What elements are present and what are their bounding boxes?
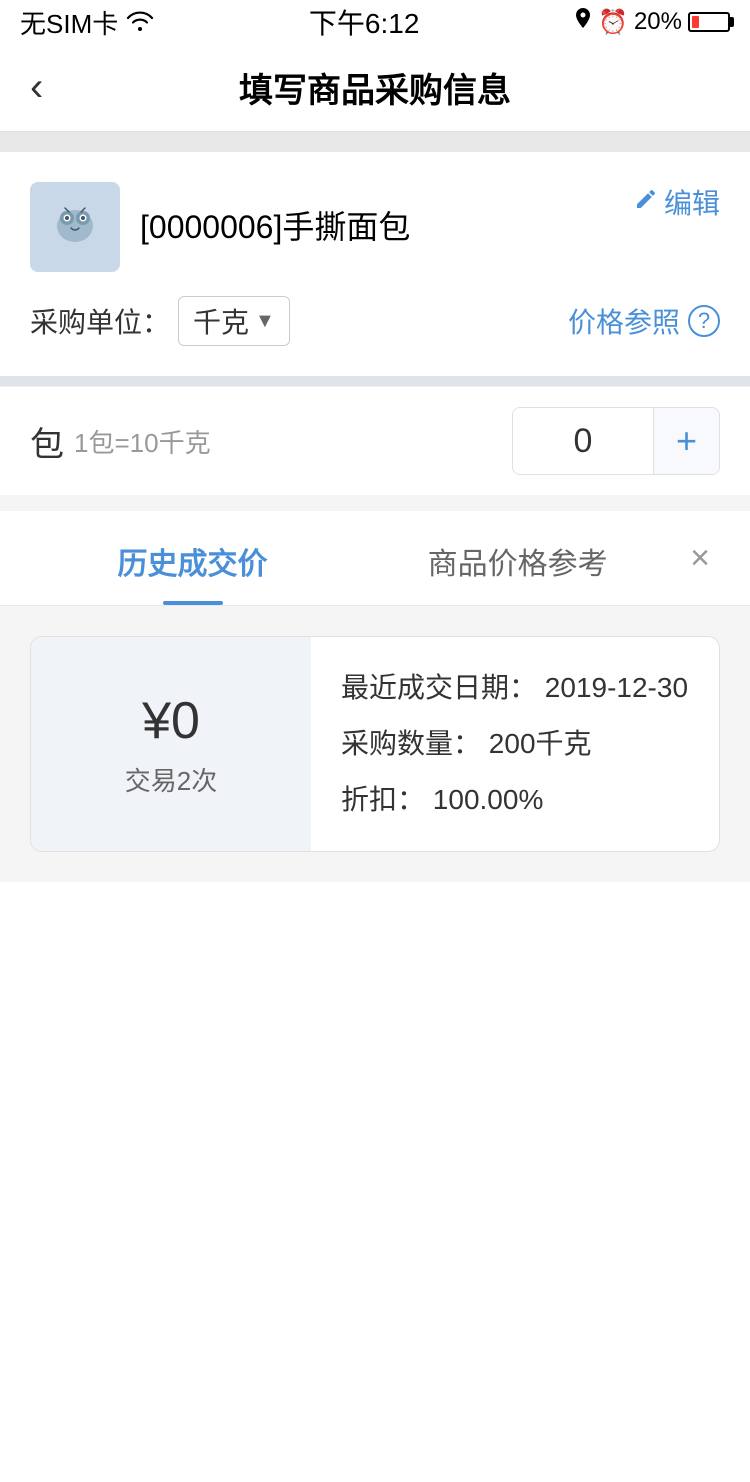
recent-date-label: 最近成交日期： [341, 672, 537, 703]
edit-button[interactable]: 编辑 [634, 182, 720, 222]
product-left: [0000006]手撕面包 [30, 182, 410, 272]
location-icon [574, 8, 592, 37]
edit-label: 编辑 [664, 182, 720, 222]
edit-icon [634, 186, 658, 218]
qty-row: 采购数量： 200千克 [341, 723, 689, 765]
tab-product-label: 商品价格参考 [428, 548, 608, 581]
qty-unit-tag: 包 [30, 417, 64, 466]
price-ref-label: 价格参照 [568, 301, 680, 341]
history-card: ¥0 交易2次 最近成交日期： 2019-12-30 采购数量： 200千克 折… [30, 636, 720, 852]
history-price-value: ¥0 [142, 691, 200, 751]
history-txn-count: 交易2次 [125, 761, 217, 798]
qty-conversion: 1包=10千克 [74, 423, 211, 460]
status-time: 下午6:12 [309, 2, 420, 42]
help-icon: ? [688, 305, 720, 337]
discount-row: 折扣： 100.00% [341, 779, 689, 821]
qty-label: 采购数量： [341, 728, 481, 759]
history-detail: 最近成交日期： 2019-12-30 采购数量： 200千克 折扣： 100.0… [311, 637, 719, 851]
recent-date-value: 2019-12-30 [545, 672, 688, 703]
quantity-input[interactable] [513, 408, 653, 474]
product-header: [0000006]手撕面包 编辑 [30, 182, 720, 272]
tab-close-button[interactable]: × [680, 529, 720, 588]
tab-history-price[interactable]: 历史成交价 [30, 511, 355, 605]
alarm-icon: ⏰ [598, 8, 628, 37]
nav-bar: ‹ 填写商品采购信息 [0, 44, 750, 132]
status-bar: 无SIM卡 下午6:12 ⏰ 20% [0, 0, 750, 44]
product-card: [0000006]手撕面包 编辑 采购单位： 千克 ▼ 价格参照 ? [0, 152, 750, 376]
tabs-bar: 历史成交价 商品价格参考 × [0, 511, 750, 606]
product-name: [0000006]手撕面包 [140, 205, 410, 250]
status-left: 无SIM卡 [20, 4, 154, 41]
status-right: ⏰ 20% [574, 8, 730, 37]
unit-label: 采购单位： [30, 301, 170, 341]
signal-text: 无SIM卡 [20, 4, 118, 41]
quantity-row: 包 1包=10千克 + [0, 386, 750, 495]
top-divider [0, 132, 750, 152]
tab-product-price[interactable]: 商品价格参考 [355, 511, 680, 605]
page-title: 填写商品采购信息 [239, 63, 511, 112]
tab-history-label: 历史成交价 [118, 548, 268, 581]
battery-percent: 20% [634, 8, 682, 36]
wifi-icon [126, 7, 154, 38]
section-divider [0, 376, 750, 386]
quantity-unit-info: 包 1包=10千克 [30, 417, 512, 466]
back-button[interactable]: ‹ [30, 65, 43, 110]
history-price-summary: ¥0 交易2次 [31, 637, 311, 851]
qty-value: 200千克 [489, 728, 592, 759]
bottom-area [0, 882, 750, 1482]
unit-dropdown[interactable]: 千克 ▼ [178, 296, 290, 346]
history-section: ¥0 交易2次 最近成交日期： 2019-12-30 采购数量： 200千克 折… [0, 606, 750, 882]
quantity-control: + [512, 407, 720, 475]
product-thumbnail-icon [45, 192, 105, 262]
discount-value: 100.00% [433, 784, 544, 815]
dropdown-arrow-icon: ▼ [255, 310, 275, 333]
recent-date-row: 最近成交日期： 2019-12-30 [341, 667, 689, 709]
quantity-plus-button[interactable]: + [653, 408, 719, 474]
product-unit-row: 采购单位： 千克 ▼ 价格参照 ? [30, 296, 720, 346]
unit-section: 采购单位： 千克 ▼ [30, 296, 290, 346]
battery-icon [688, 12, 730, 32]
product-image [30, 182, 120, 272]
discount-label: 折扣： [341, 784, 425, 815]
unit-value: 千克 [193, 301, 249, 341]
price-reference-button[interactable]: 价格参照 ? [568, 301, 720, 341]
